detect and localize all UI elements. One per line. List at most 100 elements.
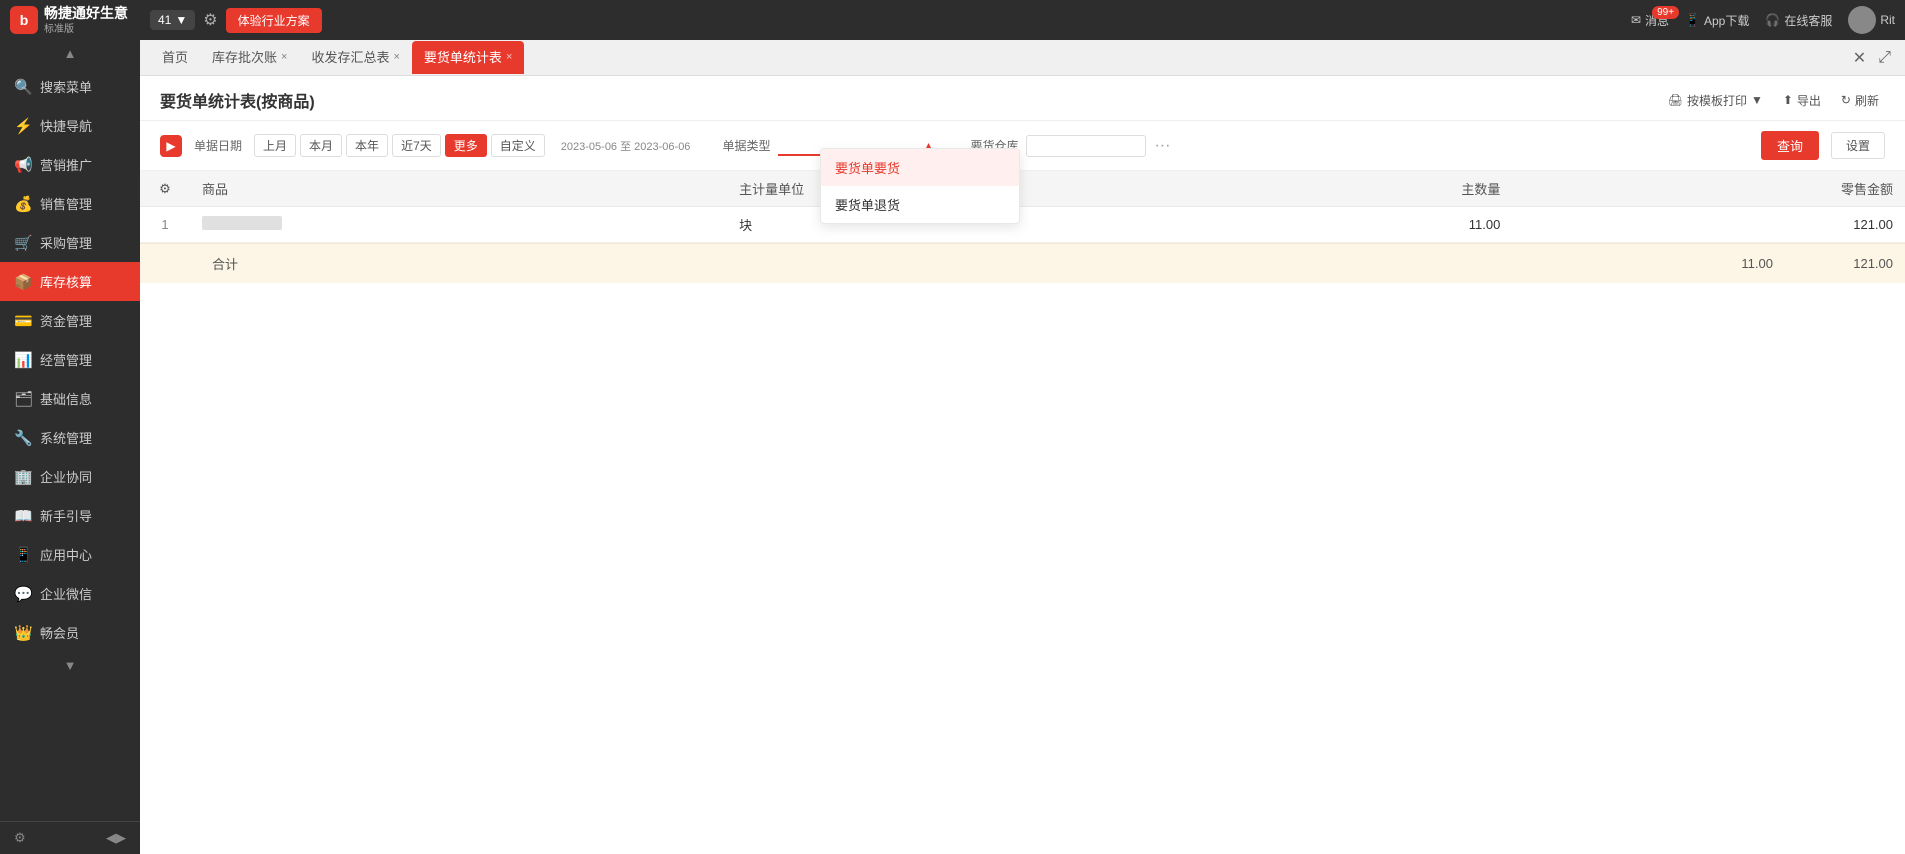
warehouse-filter-input[interactable]	[1026, 135, 1146, 157]
export-button[interactable]: ⬆ 导出	[1777, 89, 1827, 112]
dropdown-item-return[interactable]: 要货单退货	[821, 186, 1019, 223]
header-center: 41 ▼ ⚙ 体验行业方案	[150, 8, 1631, 33]
settings-button[interactable]: 设置	[1831, 132, 1885, 159]
sidebar-item-search[interactable]: 🔍 搜索菜单	[0, 67, 140, 106]
purchase-icon: 🛒	[14, 234, 32, 252]
tab-order-stats[interactable]: 要货单统计表 ×	[412, 41, 524, 74]
col-settings[interactable]: ⚙	[140, 171, 190, 207]
logo-text: 畅捷通好生意 标准版	[44, 4, 128, 35]
sidebar-label-quick-nav: 快捷导航	[40, 116, 92, 135]
tab-inventory-batch[interactable]: 库存批次账 ×	[200, 41, 299, 74]
wecom-icon: 💬	[14, 585, 32, 603]
date-btn-this-year[interactable]: 本年	[346, 134, 388, 157]
type-filter-label: 单据类型	[722, 137, 770, 154]
sidebar-label-marketing: 营销推广	[40, 155, 92, 174]
header-right: ✉ 消息 99+ 📱 App下载 🎧 在线客服 Rit	[1631, 6, 1895, 34]
chevron-down-icon: ▼	[175, 13, 187, 27]
sidebar-item-purchase[interactable]: 🛒 采购管理	[0, 223, 140, 262]
sidebar-label-operations: 经营管理	[40, 350, 92, 369]
marketing-icon: 📢	[14, 156, 32, 174]
tab-order-stats-close[interactable]: ×	[506, 51, 512, 63]
sidebar-settings-icon[interactable]: ⚙	[14, 830, 26, 846]
logo-area: b 畅捷通好生意 标准版	[10, 4, 150, 35]
member-icon: 👑	[14, 624, 32, 642]
store-selector[interactable]: 41 ▼	[150, 10, 195, 30]
tab-home[interactable]: 首页	[150, 41, 200, 74]
sidebar-item-base-info[interactable]: 🗂 基础信息	[0, 379, 140, 418]
type-dropdown: 要货单要货 要货单退货	[820, 148, 1020, 224]
date-btn-last-7-days[interactable]: 近7天	[392, 134, 441, 157]
guide-icon: 📖	[14, 507, 32, 525]
sidebar-item-sales[interactable]: 💰 销售管理	[0, 184, 140, 223]
search-icon: 🔍	[14, 78, 32, 96]
online-service-label: 在线客服	[1784, 12, 1832, 29]
sidebar-item-wecom[interactable]: 💬 企业微信	[0, 574, 140, 613]
finance-icon: 💳	[14, 312, 32, 330]
gear-button[interactable]: ⚙	[203, 10, 217, 30]
user-avatar-item[interactable]: Rit	[1848, 6, 1895, 34]
sidebar-item-app-center[interactable]: 📱 应用中心	[0, 535, 140, 574]
row-amount: 121.00	[1512, 207, 1905, 243]
date-filter-label: 单据日期	[194, 137, 242, 154]
print-chevron-icon: ▼	[1751, 93, 1763, 107]
app-download-item[interactable]: 📱 App下载	[1685, 12, 1749, 29]
sales-icon: 💰	[14, 195, 32, 213]
tabs-bar-right: ✕ ⤢	[1849, 46, 1895, 70]
refresh-button[interactable]: ↻ 刷新	[1835, 89, 1885, 112]
sidebar-item-inventory[interactable]: 📦 库存核算	[0, 262, 140, 301]
top-header: b 畅捷通好生意 标准版 41 ▼ ⚙ 体验行业方案 ✉ 消息 99+ 📱 Ap…	[0, 0, 1905, 40]
sidebar-label-member: 畅会员	[40, 623, 79, 642]
tab-recv-summary[interactable]: 收发存汇总表 ×	[299, 41, 411, 74]
table-wrap: ⚙ 商品 主计量单位 主数量 零售金额 1 块 11.00	[140, 171, 1905, 243]
row-goods	[190, 207, 727, 243]
tab-home-label: 首页	[162, 47, 188, 66]
sidebar-item-quick-nav[interactable]: ⚡ 快捷导航	[0, 106, 140, 145]
tab-inventory-batch-close[interactable]: ×	[281, 51, 287, 63]
sidebar-item-finance[interactable]: 💳 资金管理	[0, 301, 140, 340]
sidebar-label-search: 搜索菜单	[40, 77, 92, 96]
sidebar-item-enterprise[interactable]: 🏢 企业协同	[0, 457, 140, 496]
print-button[interactable]: 🖨 按模板打印 ▼	[1662, 89, 1769, 112]
row-index: 1	[140, 207, 190, 243]
dropdown-item-delivery[interactable]: 要货单要货	[821, 149, 1019, 186]
message-item[interactable]: ✉ 消息 99+	[1631, 12, 1669, 29]
tab-inventory-batch-label: 库存批次账	[212, 47, 277, 66]
sidebar-item-marketing[interactable]: 📢 营销推广	[0, 145, 140, 184]
sidebar-item-operations[interactable]: 📊 经营管理	[0, 340, 140, 379]
date-btn-this-month[interactable]: 本月	[300, 134, 342, 157]
sidebar-label-system: 系统管理	[40, 428, 92, 447]
footer-total-label: 合计	[152, 254, 238, 273]
industry-button[interactable]: 体验行业方案	[226, 8, 322, 33]
date-btn-custom[interactable]: 自定义	[491, 134, 545, 157]
query-button[interactable]: 查询	[1761, 131, 1819, 160]
sidebar-collapse-icon[interactable]: ◀▶	[106, 830, 126, 846]
filter-dots-button[interactable]: ···	[1154, 137, 1170, 155]
data-table: ⚙ 商品 主计量单位 主数量 零售金额 1 块 11.00	[140, 171, 1905, 243]
message-icon: ✉	[1631, 13, 1641, 27]
page-content: 要货单统计表(按商品) 🖨 按模板打印 ▼ ⬆ 导出 ↻ 刷新	[140, 76, 1905, 854]
sidebar-item-system[interactable]: 🔧 系统管理	[0, 418, 140, 457]
tab-recv-summary-close[interactable]: ×	[393, 51, 399, 63]
sidebar-scroll-up[interactable]: ▲	[0, 40, 140, 67]
sidebar-label-guide: 新手引导	[40, 506, 92, 525]
sidebar: ▲ 🔍 搜索菜单 ⚡ 快捷导航 📢 营销推广 💰 销售管理 🛒 采购管理 📦 库…	[0, 40, 140, 854]
headset-icon: 🎧	[1765, 13, 1780, 27]
tab-bar-close-all-button[interactable]: ✕	[1849, 46, 1870, 70]
table-footer: 合计 11.00 121.00	[140, 243, 1905, 283]
col-goods: 商品	[190, 171, 727, 207]
enterprise-icon: 🏢	[14, 468, 32, 486]
sidebar-scroll-down[interactable]: ▼	[0, 652, 140, 679]
sidebar-item-member[interactable]: 👑 畅会员	[0, 613, 140, 652]
print-label: 按模板打印	[1687, 92, 1747, 109]
logo-main: 畅捷通好生意	[44, 4, 128, 22]
tab-bar-expand-button[interactable]: ⤢	[1874, 46, 1895, 70]
quick-nav-icon: ⚡	[14, 117, 32, 135]
online-service-item[interactable]: 🎧 在线客服	[1765, 12, 1832, 29]
date-btn-more[interactable]: 更多	[445, 134, 487, 157]
sidebar-item-guide[interactable]: 📖 新手引导	[0, 496, 140, 535]
system-icon: 🔧	[14, 429, 32, 447]
filter-toggle-button[interactable]: ▶	[160, 135, 182, 157]
content-area: 首页 库存批次账 × 收发存汇总表 × 要货单统计表 × ✕ ⤢ 要	[140, 40, 1905, 854]
date-btn-last-month[interactable]: 上月	[254, 134, 296, 157]
avatar	[1848, 6, 1876, 34]
